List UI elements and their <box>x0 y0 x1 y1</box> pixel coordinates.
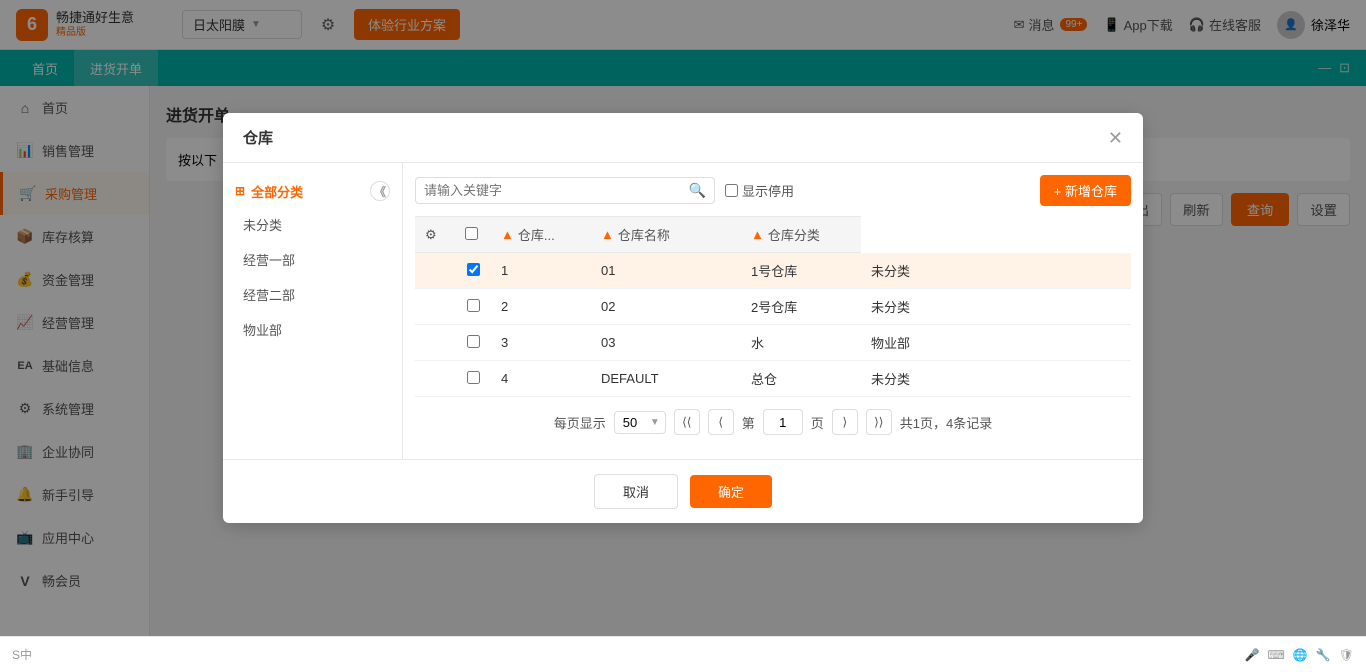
table-header: ⚙ ▲ 仓库... <box>415 217 1131 253</box>
category-item-unclassified[interactable]: 未分类 <box>223 207 402 242</box>
row-check-1 <box>455 253 491 289</box>
row-num-2: 2 <box>491 289 591 325</box>
table-header-row: ⚙ ▲ 仓库... <box>415 217 1131 253</box>
bottom-left-info: S中 <box>12 646 32 663</box>
th-code: ▲ 仓库... <box>491 217 591 253</box>
row-code-3: 03 <box>591 325 741 361</box>
gear-icon: ⚙ <box>425 227 437 242</box>
per-page-label: 每页显示 <box>554 413 606 432</box>
search-input[interactable] <box>424 183 689 198</box>
sort-icon-cat: ▲ <box>751 227 764 242</box>
modal-body: ⊞ 全部分类 《 未分类 经营一部 经营二部 物业部 <box>223 163 1143 459</box>
row-checkbox-1[interactable] <box>467 263 480 276</box>
row-code-2: 02 <box>591 289 741 325</box>
page-suffix: 页 <box>811 413 824 432</box>
row-name-1: 1号仓库 <box>741 253 861 289</box>
row-category-2: 未分类 <box>861 289 1131 325</box>
bottom-right-icons: 🎤 ⌨ 🌐 🔧 🛡 <box>1245 648 1354 662</box>
keyboard-icon: ⌨ <box>1268 648 1285 662</box>
row-code-1: 01 <box>591 253 741 289</box>
row-code-4: DEFAULT <box>591 361 741 397</box>
row-name-4: 总仓 <box>741 361 861 397</box>
category-item-dept2[interactable]: 经营二部 <box>223 277 402 312</box>
show-disabled-checkbox[interactable] <box>725 184 738 197</box>
globe-icon: 🌐 <box>1293 648 1308 662</box>
row-category-4: 未分类 <box>861 361 1131 397</box>
th-category: ▲ 仓库分类 <box>741 217 861 253</box>
grid-icon: ⊞ <box>235 184 245 198</box>
all-categories-label: 全部分类 <box>251 182 303 201</box>
modal-header: 仓库 ✕ <box>223 113 1143 163</box>
table-row[interactable]: 2022号仓库未分类 <box>415 289 1131 325</box>
page-label: 第 <box>742 413 755 432</box>
first-page-button[interactable]: ⟨⟨ <box>674 409 700 435</box>
row-name-2: 2号仓库 <box>741 289 861 325</box>
search-icon: 🔍 <box>689 182 706 199</box>
prev-page-button[interactable]: ⟨ <box>708 409 734 435</box>
row-gear-2 <box>415 289 455 325</box>
all-categories-header[interactable]: ⊞ 全部分类 《 <box>223 175 402 207</box>
row-num-1: 1 <box>491 253 591 289</box>
bottom-bar: S中 🎤 ⌨ 🌐 🔧 🛡 <box>0 636 1366 672</box>
tools-icon: 🔧 <box>1316 648 1331 662</box>
table-body: 1011号仓库未分类2022号仓库未分类303水物业部4DEFAULT总仓未分类 <box>415 253 1131 397</box>
th-check <box>455 217 491 253</box>
th-name: ▲ 仓库名称 <box>591 217 741 253</box>
last-page-button[interactable]: ⟩⟩ <box>866 409 892 435</box>
table-row[interactable]: 4DEFAULT总仓未分类 <box>415 361 1131 397</box>
warehouse-area: 🔍 显示停用 + 新增仓库 ⚙ <box>403 163 1143 459</box>
show-disabled-label[interactable]: 显示停用 <box>725 181 794 200</box>
cancel-button[interactable]: 取消 <box>594 474 678 509</box>
warehouse-table-container: ⚙ ▲ 仓库... <box>415 216 1131 397</box>
mic-icon: 🎤 <box>1245 648 1260 662</box>
search-box: 🔍 <box>415 177 715 204</box>
table-row[interactable]: 1011号仓库未分类 <box>415 253 1131 289</box>
category-item-dept1[interactable]: 经营一部 <box>223 242 402 277</box>
row-name-3: 水 <box>741 325 861 361</box>
row-category-1: 未分类 <box>861 253 1131 289</box>
select-all-checkbox[interactable] <box>465 227 478 240</box>
category-sidebar: ⊞ 全部分类 《 未分类 经营一部 经营二部 物业部 <box>223 163 403 459</box>
next-page-button[interactable]: ⟩ <box>832 409 858 435</box>
row-gear-3 <box>415 325 455 361</box>
per-page-select[interactable]: 50 10 20 100 <box>614 411 666 434</box>
sort-icon: ▲ <box>501 227 514 242</box>
row-check-2 <box>455 289 491 325</box>
total-info: 共1页，4条记录 <box>900 413 992 432</box>
row-num-3: 3 <box>491 325 591 361</box>
row-checkbox-3[interactable] <box>467 335 480 348</box>
per-page-wrapper: 50 10 20 100 ▼ <box>614 411 666 434</box>
page-number-input[interactable] <box>763 409 803 435</box>
row-gear-4 <box>415 361 455 397</box>
new-warehouse-button[interactable]: + 新增仓库 <box>1040 175 1131 206</box>
th-gear: ⚙ <box>415 217 455 253</box>
row-check-4 <box>455 361 491 397</box>
row-checkbox-4[interactable] <box>467 371 480 384</box>
confirm-button[interactable]: 确定 <box>690 475 772 508</box>
warehouse-toolbar: 🔍 显示停用 + 新增仓库 <box>415 175 1131 206</box>
row-checkbox-2[interactable] <box>467 299 480 312</box>
row-num-4: 4 <box>491 361 591 397</box>
pagination: 每页显示 50 10 20 100 ▼ ⟨⟨ ⟨ 第 页 <box>415 397 1131 447</box>
table-row[interactable]: 303水物业部 <box>415 325 1131 361</box>
warehouse-table: ⚙ ▲ 仓库... <box>415 216 1131 397</box>
warehouse-modal: 仓库 ✕ ⊞ 全部分类 《 未分类 经营一部 <box>223 113 1143 523</box>
modal-footer: 取消 确定 <box>223 459 1143 523</box>
modal-title: 仓库 <box>243 127 273 148</box>
shield-icon: 🛡 <box>1339 648 1354 662</box>
collapse-button[interactable]: 《 <box>370 181 390 201</box>
row-check-3 <box>455 325 491 361</box>
category-item-property[interactable]: 物业部 <box>223 312 402 347</box>
sort-icon-name: ▲ <box>601 227 614 242</box>
row-gear-1 <box>415 253 455 289</box>
row-category-3: 物业部 <box>861 325 1131 361</box>
modal-overlay: 仓库 ✕ ⊞ 全部分类 《 未分类 经营一部 <box>0 0 1366 636</box>
modal-close-button[interactable]: ✕ <box>1108 129 1123 147</box>
